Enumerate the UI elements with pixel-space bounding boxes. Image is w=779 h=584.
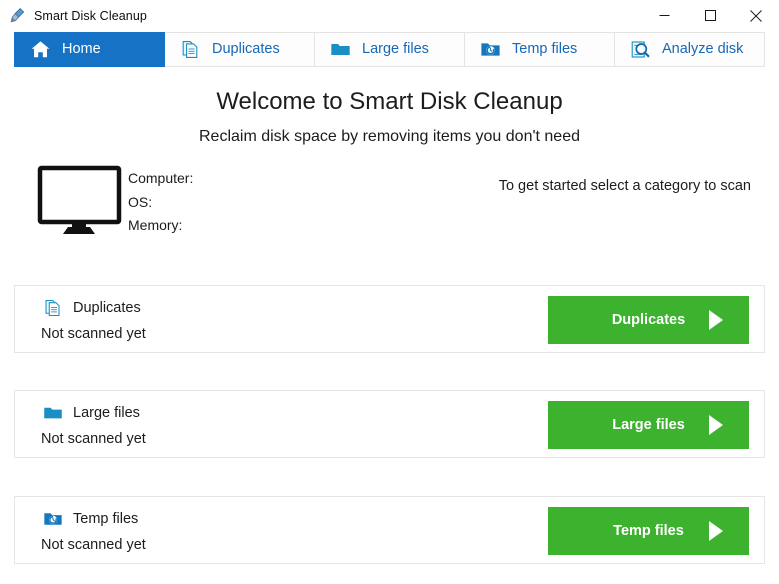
scan-duplicates-button-label: Duplicates — [612, 312, 685, 328]
tab-bar: Home Duplicates Large files — [14, 32, 765, 67]
minimize-button[interactable] — [641, 0, 687, 31]
tab-large-files-label: Large files — [362, 42, 429, 57]
tab-analyze-disk-label: Analyze disk — [662, 42, 743, 57]
card-status: Not scanned yet — [41, 326, 146, 342]
os-label: OS: — [128, 195, 152, 210]
tab-temp-files-label: Temp files — [512, 42, 577, 57]
monitor-icon — [36, 165, 128, 237]
card-title: Temp files — [73, 511, 138, 527]
arrow-right-icon — [709, 415, 723, 435]
arrow-right-icon — [709, 521, 723, 541]
tab-large-files[interactable]: Large files — [315, 32, 465, 67]
tab-analyze-disk[interactable]: Analyze disk — [615, 32, 765, 67]
card-title: Large files — [73, 405, 140, 421]
scan-large-files-button[interactable]: Large files — [548, 401, 749, 449]
card-header: Duplicates — [43, 298, 141, 318]
card-title: Duplicates — [73, 300, 141, 316]
title-bar: Smart Disk Cleanup — [0, 0, 779, 31]
system-info-rows: Computer: OS: Memory: — [128, 165, 199, 233]
system-info-row-memory: Memory: — [128, 218, 199, 233]
window-title: Smart Disk Cleanup — [34, 9, 147, 23]
card-status: Not scanned yet — [41, 431, 146, 447]
maximize-button[interactable] — [687, 0, 733, 31]
tab-home-label: Home — [62, 42, 101, 57]
get-started-hint: To get started select a category to scan — [499, 178, 751, 194]
tab-temp-files[interactable]: Temp files — [465, 32, 615, 67]
tab-duplicates[interactable]: Duplicates — [165, 32, 315, 67]
scan-large-files-button-label: Large files — [612, 417, 685, 433]
scan-temp-files-button[interactable]: Temp files — [548, 507, 749, 555]
computer-label: Computer: — [128, 171, 193, 186]
document-icon — [43, 298, 63, 318]
card-status: Not scanned yet — [41, 537, 146, 553]
document-icon — [180, 39, 201, 60]
broom-icon — [9, 7, 26, 24]
home-icon — [30, 39, 51, 60]
window-controls — [641, 0, 779, 31]
magnifier-icon — [630, 39, 651, 60]
arrow-right-icon — [709, 310, 723, 330]
memory-label: Memory: — [128, 218, 182, 233]
folder-icon — [330, 39, 351, 60]
scan-duplicates-button[interactable]: Duplicates — [548, 296, 749, 344]
scan-temp-files-button-label: Temp files — [613, 523, 684, 539]
page-title: Welcome to Smart Disk Cleanup — [0, 88, 779, 116]
card-header: Large files — [43, 403, 140, 423]
tab-home[interactable]: Home — [14, 32, 165, 67]
temp-folder-icon — [43, 509, 63, 529]
temp-folder-icon — [480, 39, 501, 60]
folder-icon — [43, 403, 63, 423]
category-card-duplicates: Duplicates Not scanned yet Duplicates — [14, 285, 765, 353]
system-info-row-computer: Computer: — [128, 171, 199, 186]
tab-duplicates-label: Duplicates — [212, 42, 280, 57]
system-info: Computer: OS: Memory: — [36, 165, 199, 237]
page-subtitle: Reclaim disk space by removing items you… — [0, 128, 779, 146]
category-card-temp-files: Temp files Not scanned yet Temp files — [14, 496, 765, 564]
system-info-row-os: OS: — [128, 195, 199, 210]
category-card-large-files: Large files Not scanned yet Large files — [14, 390, 765, 458]
card-header: Temp files — [43, 509, 138, 529]
close-button[interactable] — [733, 0, 779, 31]
title-bar-left: Smart Disk Cleanup — [0, 7, 147, 24]
